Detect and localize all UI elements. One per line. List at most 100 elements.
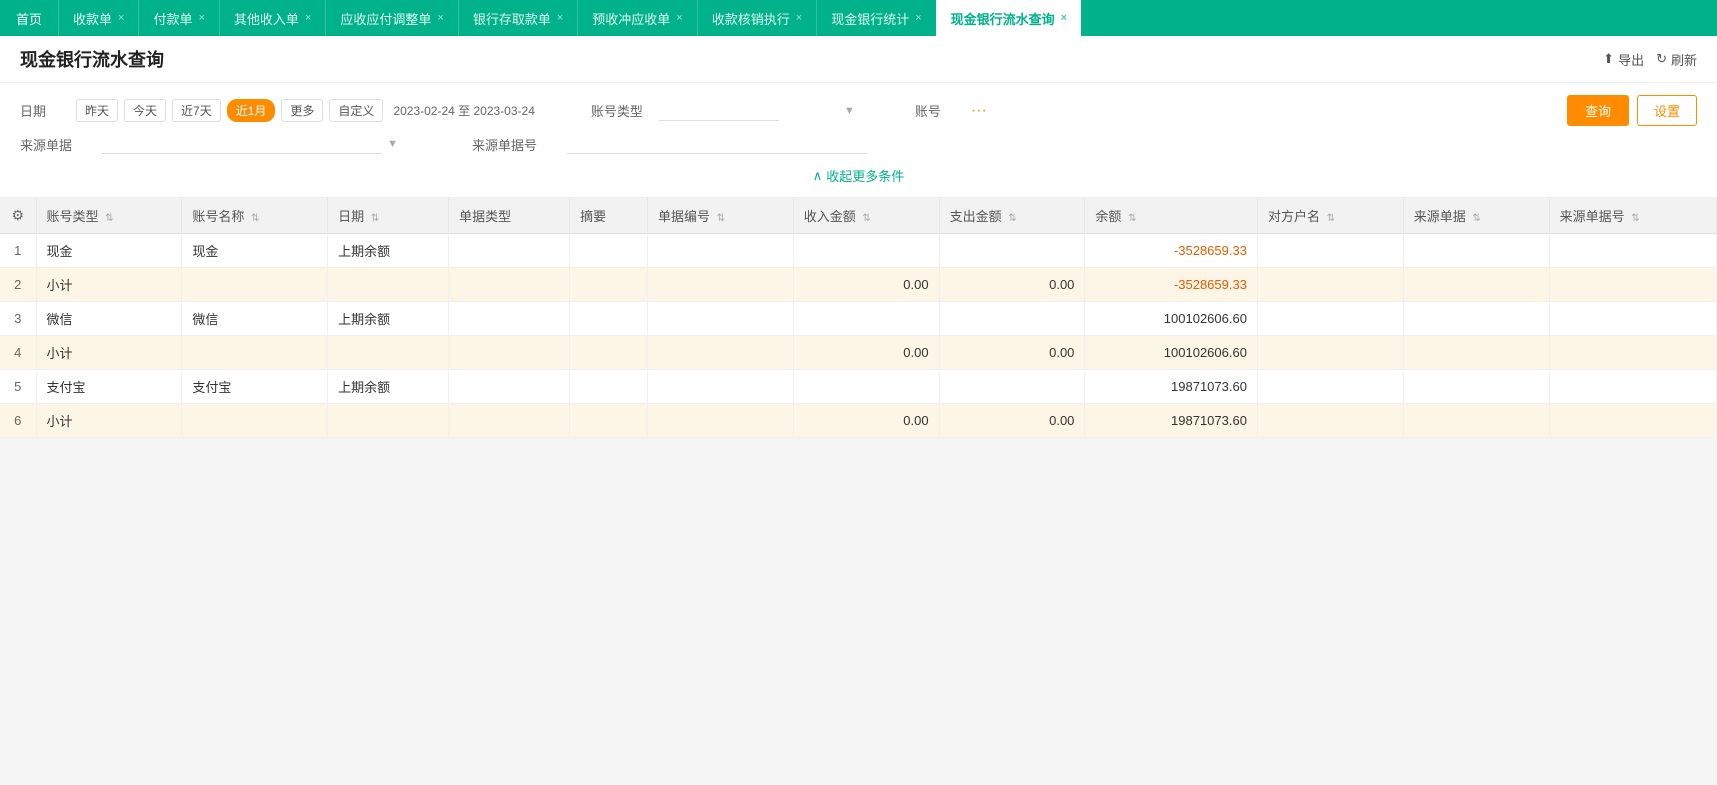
table-settings-icon[interactable]: ⚙: [11, 207, 24, 223]
cell-date: 上期余额: [328, 234, 449, 268]
cell-income: [793, 302, 939, 336]
nav-tab-qita[interactable]: 其他收入单 ×: [219, 0, 325, 36]
cell-balance: 19871073.60: [1085, 404, 1258, 438]
source-doc-select[interactable]: [102, 134, 382, 154]
cell-account-name: [182, 404, 328, 438]
cell-date: [328, 336, 449, 370]
table-row[interactable]: 5 支付宝 支付宝 上期余额 19871073.60: [0, 370, 1717, 404]
nav-tab-tongji[interactable]: 现金银行统计 ×: [816, 0, 935, 36]
cell-summary: [570, 268, 648, 302]
close-icon[interactable]: ×: [118, 12, 124, 24]
chevron-down-icon: ▼: [844, 105, 855, 117]
source-doc-no-label: 来源单据号: [472, 135, 537, 154]
cell-source-doc-no: [1549, 302, 1716, 336]
cell-account-name: 支付宝: [182, 370, 328, 404]
cell-source-doc-no: [1549, 234, 1716, 268]
cell-date: [328, 404, 449, 438]
table-row[interactable]: 3 微信 微信 上期余额 100102606.60: [0, 302, 1717, 336]
date-btn-yesterday[interactable]: 昨天: [76, 99, 118, 122]
sort-icon[interactable]: ⇅: [1008, 213, 1016, 224]
cell-account-name: 现金: [182, 234, 328, 268]
date-btn-1month[interactable]: 近1月: [227, 99, 276, 122]
cell-doc-no: [647, 234, 793, 268]
close-icon[interactable]: ×: [305, 12, 311, 24]
nav-tab-yingshou[interactable]: 应收应付调整单 ×: [325, 0, 457, 36]
close-icon[interactable]: ×: [915, 12, 921, 24]
export-icon: ⬆: [1603, 51, 1614, 67]
col-expense: 支出金额 ⇅: [939, 198, 1085, 234]
cell-date: 上期余额: [328, 302, 449, 336]
sort-icon[interactable]: ⇅: [371, 213, 379, 224]
collapse-up-icon: ∧: [813, 168, 823, 184]
sort-icon[interactable]: ⇅: [1631, 213, 1639, 224]
sort-icon[interactable]: ⇅: [1327, 213, 1335, 224]
nav-tab-yinhang[interactable]: 银行存取款单 ×: [458, 0, 577, 36]
date-btn-more[interactable]: 更多: [281, 99, 323, 122]
nav-home[interactable]: 首页: [0, 0, 58, 36]
source-doc-no-input[interactable]: [567, 134, 867, 154]
cell-doc-type: [449, 404, 570, 438]
account-label: 账号: [915, 101, 955, 120]
cell-source-doc: [1403, 370, 1549, 404]
cell-account-name: 微信: [182, 302, 328, 336]
collapse-bar[interactable]: ∧ 收起更多条件: [20, 162, 1697, 185]
row-num: 6: [0, 404, 36, 438]
table-row[interactable]: 2 小计 0.00 0.00 -3528659.33: [0, 268, 1717, 302]
account-type-select[interactable]: 现金 微信 支付宝: [659, 101, 779, 121]
sort-icon[interactable]: ⇅: [105, 213, 113, 224]
cell-doc-type: [449, 370, 570, 404]
nav-tab-yushou[interactable]: 预收冲应收单 ×: [577, 0, 696, 36]
settings-button[interactable]: 设置: [1637, 95, 1697, 126]
cell-doc-no: [647, 370, 793, 404]
export-button[interactable]: ⬆ 导出: [1603, 50, 1644, 69]
cell-source-doc-no: [1549, 370, 1716, 404]
top-navigation: 首页 收款单 × 付款单 × 其他收入单 × 应收应付调整单 × 银行存取款单 …: [0, 0, 1717, 36]
sort-icon[interactable]: ⇅: [862, 213, 870, 224]
cell-balance: 100102606.60: [1085, 336, 1258, 370]
cell-source-doc: [1403, 234, 1549, 268]
close-icon[interactable]: ×: [1061, 12, 1067, 24]
nav-tab-fukuan[interactable]: 付款单 ×: [138, 0, 218, 36]
page-header: 现金银行流水查询 ⬆ 导出 ↻ 刷新: [0, 36, 1717, 83]
sort-icon[interactable]: ⇅: [1472, 213, 1480, 224]
sort-icon[interactable]: ⇅: [251, 213, 259, 224]
cell-account-type: 小计: [36, 268, 182, 302]
date-btn-today[interactable]: 今天: [124, 99, 166, 122]
table-row[interactable]: 4 小计 0.00 0.00 100102606.60: [0, 336, 1717, 370]
refresh-button[interactable]: ↻ 刷新: [1656, 50, 1697, 69]
cell-source-doc-no: [1549, 336, 1716, 370]
close-icon[interactable]: ×: [437, 12, 443, 24]
close-icon[interactable]: ×: [796, 12, 802, 24]
refresh-icon: ↻: [1656, 51, 1667, 67]
nav-tab-liushui[interactable]: 现金银行流水查询 ×: [936, 0, 1081, 36]
filter-area: 日期 昨天 今天 近7天 近1月 更多 自定义 2023-02-24 至 202…: [0, 83, 1717, 198]
date-btn-7days[interactable]: 近7天: [172, 99, 221, 122]
cell-doc-no: [647, 268, 793, 302]
query-button[interactable]: 查询: [1567, 95, 1629, 126]
sort-icon[interactable]: ⇅: [717, 213, 725, 224]
close-icon[interactable]: ×: [676, 12, 682, 24]
account-type-label: 账号类型: [591, 101, 643, 120]
cell-income: [793, 234, 939, 268]
table-row[interactable]: 6 小计 0.00 0.00 19871073.60: [0, 404, 1717, 438]
col-source-doc-no: 来源单据号 ⇅: [1549, 198, 1716, 234]
cell-source-doc: [1403, 302, 1549, 336]
table-row[interactable]: 1 现金 现金 上期余额 -3528659.33: [0, 234, 1717, 268]
cell-expense: 0.00: [939, 404, 1085, 438]
date-btn-custom[interactable]: 自定义: [329, 99, 383, 122]
dots-button[interactable]: ···: [971, 102, 987, 120]
source-doc-label: 来源单据: [20, 135, 72, 154]
cell-expense: 0.00: [939, 268, 1085, 302]
cell-expense: [939, 302, 1085, 336]
row-num: 1: [0, 234, 36, 268]
header-actions: ⬆ 导出 ↻ 刷新: [1603, 50, 1697, 69]
sort-icon[interactable]: ⇅: [1128, 213, 1136, 224]
close-icon[interactable]: ×: [198, 12, 204, 24]
cell-doc-no: [647, 404, 793, 438]
nav-tab-shoukuanhexiao[interactable]: 收款核销执行 ×: [697, 0, 816, 36]
nav-tab-shoukuan[interactable]: 收款单 ×: [58, 0, 138, 36]
close-icon[interactable]: ×: [557, 12, 563, 24]
cell-income: 0.00: [793, 336, 939, 370]
cell-date: [328, 268, 449, 302]
cell-doc-type: [449, 302, 570, 336]
